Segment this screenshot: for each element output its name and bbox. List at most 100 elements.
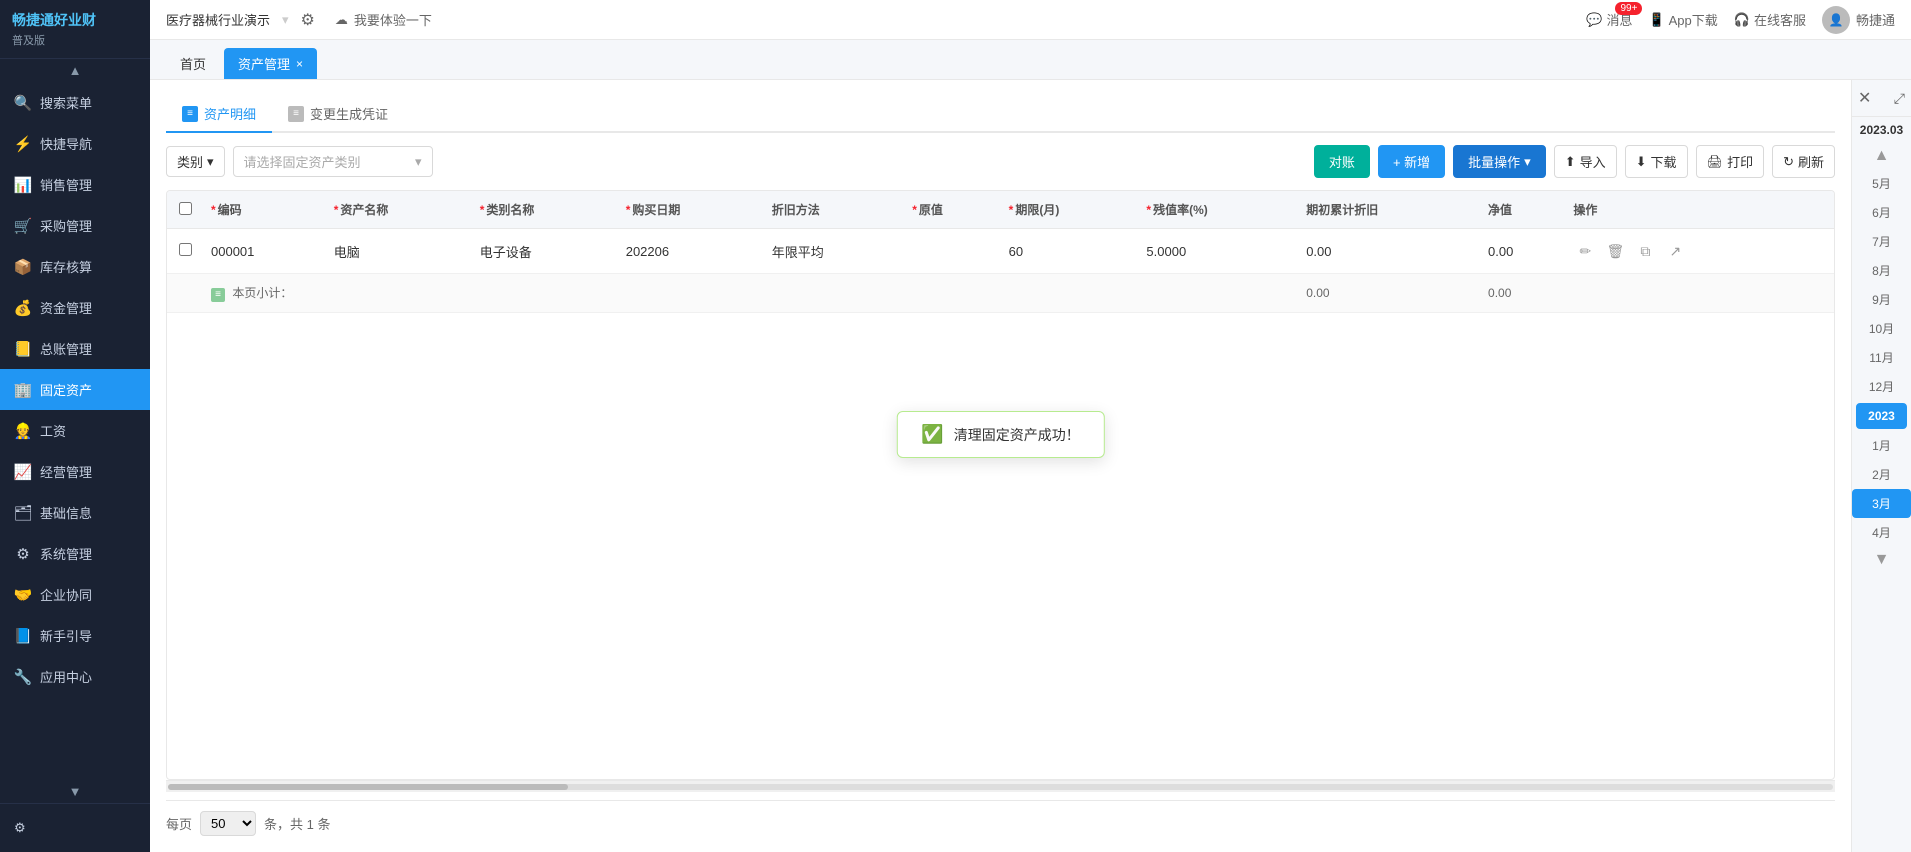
voucher-icon: ≡ <box>288 106 304 122</box>
sidebar-scroll-up[interactable]: ▲ <box>0 59 150 82</box>
col-residual-rate: *残值率(%) <box>1138 191 1298 229</box>
month-8[interactable]: 8月 <box>1852 256 1911 285</box>
sidebar-item-salary[interactable]: 👷工资 <box>0 410 150 451</box>
print-btn[interactable]: 🖨 打印 <box>1696 145 1765 178</box>
panel-down-arrow[interactable]: ▼ <box>1870 547 1894 573</box>
sidebar-item-operations[interactable]: 📈经营管理 <box>0 451 150 492</box>
month-5[interactable]: 5月 <box>1852 169 1911 198</box>
sub-tab-asset-detail[interactable]: ≡ 资产明细 <box>166 96 272 133</box>
sidebar-item-basic-info[interactable]: 🗂基础信息 <box>0 492 150 533</box>
message-icon: 💬 <box>1586 12 1602 28</box>
batch-ops-btn[interactable]: 批量操作 ▾ <box>1453 145 1546 178</box>
month-10[interactable]: 10月 <box>1852 314 1911 343</box>
sidebar: 畅捷通好业财 普及版 ▲ 🔍搜索菜单 ⚡快捷导航 📊销售管理 🛒采购管理 📦库存… <box>0 0 150 852</box>
sidebar-item-fixed-assets[interactable]: 🏢固定资产 <box>0 369 150 410</box>
sidebar-label-salary: 工资 <box>40 421 66 440</box>
reconcile-btn[interactable]: 对账 <box>1314 145 1370 178</box>
month-12[interactable]: 12月 <box>1852 372 1911 401</box>
panel-close-btn[interactable]: ✕ <box>1858 88 1871 108</box>
dropdown-arrow[interactable]: ▾ <box>282 12 289 28</box>
per-page-select[interactable]: 50 100 200 <box>200 811 256 836</box>
month-4[interactable]: 4月 <box>1852 518 1911 547</box>
col-depreciation: 折旧方法 <box>764 191 905 229</box>
row-checkbox-cell[interactable] <box>167 229 203 274</box>
sidebar-item-sales[interactable]: 📊销售管理 <box>0 164 150 205</box>
sidebar-scroll-down[interactable]: ▼ <box>0 780 150 803</box>
sidebar-item-purchase[interactable]: 🛒采购管理 <box>0 205 150 246</box>
category-filter[interactable]: 类别 ▾ <box>166 146 225 177</box>
row-category: 电子设备 <box>472 229 618 274</box>
experience-label[interactable]: ☁ 我要体验一下 <box>335 10 432 29</box>
select-all-cell[interactable] <box>167 191 203 229</box>
sidebar-item-collab[interactable]: 🤝企业协同 <box>0 574 150 615</box>
row-checkbox[interactable] <box>179 243 192 256</box>
panel-expand-btn[interactable]: ⤢ <box>1894 90 1905 107</box>
select-all-checkbox[interactable] <box>179 202 192 215</box>
tab-home[interactable]: 首页 <box>166 48 220 79</box>
sidebar-label-purchase: 采购管理 <box>40 216 92 235</box>
tab-asset-mgmt[interactable]: 资产管理 × <box>224 48 317 79</box>
row-actions: ✏ 🗑 ⧉ ↗ <box>1565 229 1834 274</box>
sidebar-item-ledger[interactable]: 📒总账管理 <box>0 328 150 369</box>
content-area: ≡ 资产明细 ≡ 变更生成凭证 类别 ▾ 请选择固定资产类别 <box>150 80 1911 852</box>
service-icon: 🎧 <box>1734 12 1750 28</box>
sidebar-item-system[interactable]: ⚙系统管理 <box>0 533 150 574</box>
month-2[interactable]: 2月 <box>1852 460 1911 489</box>
total-label: 条，共 1 条 <box>264 814 330 833</box>
sub-tab-voucher[interactable]: ≡ 变更生成凭证 <box>272 96 404 133</box>
toolbar: 类别 ▾ 请选择固定资产类别 ▾ 对账 + 新增 <box>166 145 1835 178</box>
scrollbar-track[interactable] <box>168 784 1833 790</box>
sidebar-nav: 🔍搜索菜单 ⚡快捷导航 📊销售管理 🛒采购管理 📦库存核算 💰资金管理 📒总账管… <box>0 82 150 780</box>
collab-icon: 🤝 <box>14 586 32 604</box>
batch-ops-label: 批量操作 <box>1468 152 1520 171</box>
reconcile-label: 对账 <box>1329 152 1355 171</box>
edit-btn[interactable]: ✏ <box>1573 239 1597 263</box>
table-row: 000001 电脑 电子设备 202206 年限平均 60 5.0000 0.0… <box>167 229 1834 274</box>
user-info[interactable]: 👤 畅捷通 <box>1822 6 1895 34</box>
horizontal-scrollbar[interactable] <box>166 780 1835 792</box>
settings-gear-icon[interactable]: ⚙ <box>301 10 315 30</box>
app-download-btn[interactable]: 📱 App下载 <box>1648 10 1717 29</box>
col-code: *编码 <box>203 191 326 229</box>
asset-detail-icon: ≡ <box>182 106 198 122</box>
sidebar-item-guide[interactable]: 📘新手引导 <box>0 615 150 656</box>
month-11[interactable]: 11月 <box>1852 343 1911 372</box>
toast-message: 清理固定资产成功！ <box>954 425 1080 445</box>
refresh-btn[interactable]: ↻ 刷新 <box>1772 145 1835 178</box>
online-service-btn[interactable]: 🎧 在线客服 <box>1734 10 1806 29</box>
col-original-value: *原值 <box>904 191 1000 229</box>
new-btn[interactable]: + 新增 <box>1378 145 1445 178</box>
funds-icon: 💰 <box>14 299 32 317</box>
tab-close-btn[interactable]: × <box>296 57 303 71</box>
sidebar-settings-btn[interactable]: ⚙ <box>0 812 150 844</box>
import-btn[interactable]: ⬆ 导入 <box>1554 145 1617 178</box>
month-1[interactable]: 1月 <box>1852 431 1911 460</box>
messages-btn[interactable]: 💬 消息 99+ <box>1586 10 1632 29</box>
sidebar-label-sales: 销售管理 <box>40 175 92 194</box>
sidebar-item-apps[interactable]: 🔧应用中心 <box>0 656 150 697</box>
delete-btn[interactable]: 🗑 <box>1603 239 1627 263</box>
download-icon: ⬇ <box>1636 154 1647 170</box>
pagination: 每页 50 100 200 条，共 1 条 <box>166 800 1835 836</box>
scrollbar-thumb[interactable] <box>168 784 568 790</box>
category-select[interactable]: 请选择固定资产类别 ▾ <box>233 146 433 177</box>
sidebar-item-inventory[interactable]: 📦库存核算 <box>0 246 150 287</box>
sidebar-item-search[interactable]: 🔍搜索菜单 <box>0 82 150 123</box>
sidebar-label-search: 搜索菜单 <box>40 93 92 112</box>
sub-tabs: ≡ 资产明细 ≡ 变更生成凭证 <box>166 96 1835 133</box>
subtotal-checkbox-cell <box>167 274 203 313</box>
sidebar-item-quicknav[interactable]: ⚡快捷导航 <box>0 123 150 164</box>
panel-year-label: 2023.03 <box>1856 117 1907 143</box>
month-3-active[interactable]: 3月 <box>1852 489 1911 518</box>
copy-btn[interactable]: ⧉ <box>1633 239 1657 263</box>
panel-up-arrow[interactable]: ▲ <box>1870 143 1894 169</box>
row-depreciation: 年限平均 <box>764 229 905 274</box>
more-btn[interactable]: ↗ <box>1663 239 1687 263</box>
col-net-value: 净值 <box>1480 191 1565 229</box>
download-btn[interactable]: ⬇ 下载 <box>1625 145 1688 178</box>
sidebar-item-funds[interactable]: 💰资金管理 <box>0 287 150 328</box>
messages-count-badge: 99+ <box>1615 2 1642 15</box>
month-9[interactable]: 9月 <box>1852 285 1911 314</box>
month-6[interactable]: 6月 <box>1852 198 1911 227</box>
month-7[interactable]: 7月 <box>1852 227 1911 256</box>
